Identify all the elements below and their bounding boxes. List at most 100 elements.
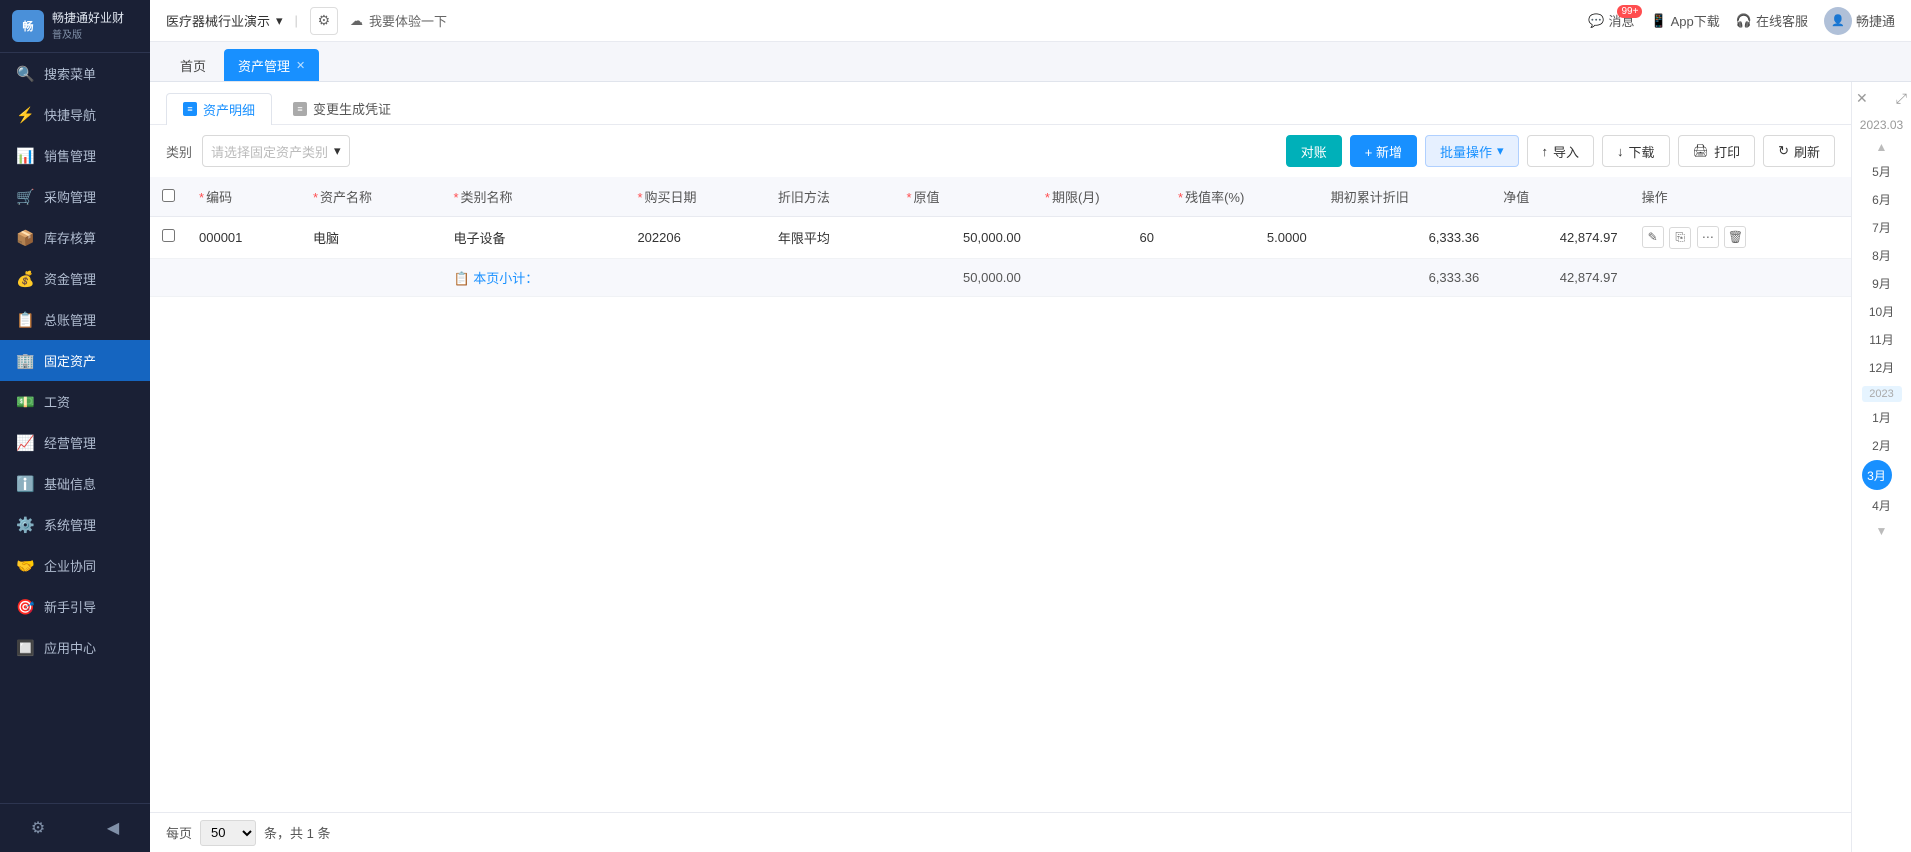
user-menu[interactable]: 👤 畅捷通 bbox=[1824, 7, 1895, 35]
app-download-button[interactable]: 📱 App下载 bbox=[1650, 11, 1719, 30]
app-logo-text: 畅捷通好业财 普及版 bbox=[52, 11, 124, 42]
sub-tab-change-voucher[interactable]: ≡ 变更生成凭证 bbox=[276, 92, 408, 124]
month-item-5[interactable]: 5月 bbox=[1862, 158, 1902, 184]
app-logo-icon: 畅 bbox=[12, 10, 44, 42]
sub-tab-asset-detail[interactable]: ≡ 资产明细 bbox=[166, 93, 272, 125]
edit-button-0[interactable]: ✎ bbox=[1642, 226, 1664, 248]
sidebar-item-quick-nav[interactable]: ⚡快捷导航 bbox=[0, 94, 150, 135]
sidebar-item-search[interactable]: 🔍搜索菜单 bbox=[0, 53, 150, 94]
confirm-button[interactable]: 对账 bbox=[1286, 135, 1342, 167]
import-button[interactable]: ↑ 导入 bbox=[1527, 135, 1595, 167]
month-item-11[interactable]: 11月 bbox=[1862, 326, 1902, 352]
month-item-curr-3[interactable]: 3月 bbox=[1862, 460, 1892, 490]
refresh-button[interactable]: ↻ 刷新 bbox=[1763, 135, 1835, 167]
sidebar-item-sales[interactable]: 📊销售管理 bbox=[0, 135, 150, 176]
header-name: *资产名称 bbox=[301, 177, 441, 217]
sidebar-item-ledger[interactable]: 📋总账管理 bbox=[0, 299, 150, 340]
filter-label: 类别 bbox=[166, 142, 192, 161]
sidebar-item-enterprise[interactable]: 🤝企业协同 bbox=[0, 545, 150, 586]
sidebar-bottom: ⚙ ◀ bbox=[0, 803, 150, 852]
more-button-0[interactable]: ⋯ bbox=[1697, 226, 1719, 248]
sidebar-item-guide[interactable]: 🎯新手引导 bbox=[0, 586, 150, 627]
app-download-label: App下载 bbox=[1671, 11, 1720, 30]
row-accumulated: 6,333.36 bbox=[1319, 217, 1492, 259]
right-panel-expand-button[interactable]: ⤢ bbox=[1896, 90, 1907, 107]
table-area: *编码 *资产名称 *类别名称 *购买日期 折旧方法 *原值 *期限(月) *残… bbox=[150, 177, 1851, 812]
category-select[interactable]: 请选择固定资产类别 ▾ bbox=[202, 135, 350, 167]
sidebar-item-basic-info[interactable]: ℹ️基础信息 bbox=[0, 463, 150, 504]
header-category: *类别名称 bbox=[441, 177, 625, 217]
add-button[interactable]: + 新增 bbox=[1350, 135, 1417, 167]
select-all-checkbox[interactable] bbox=[162, 189, 175, 202]
sidebar-logo: 畅 畅捷通好业财 普及版 bbox=[0, 0, 150, 53]
header-operations: 操作 bbox=[1630, 177, 1851, 217]
sidebar-label-operations: 经营管理 bbox=[44, 433, 96, 452]
sidebar-icon-system: ⚙️ bbox=[16, 516, 34, 534]
sidebar-label-fixed-assets: 固定资产 bbox=[44, 351, 96, 370]
month-item-9[interactable]: 9月 bbox=[1862, 270, 1902, 296]
month-item-7[interactable]: 7月 bbox=[1862, 214, 1902, 240]
batch-label: 批量操作 bbox=[1440, 142, 1492, 161]
download-button[interactable]: ↓ 下载 bbox=[1602, 135, 1670, 167]
toolbar-actions: 对账 + 新增 批量操作 ▾ ↑ 导入 ↓ 下载 bbox=[1286, 135, 1835, 167]
sidebar-item-purchase[interactable]: 🛒采购管理 bbox=[0, 176, 150, 217]
sidebar-item-capital[interactable]: 💰资金管理 bbox=[0, 258, 150, 299]
row-name: 电脑 bbox=[301, 217, 441, 259]
tab-close-icon[interactable]: ✕ bbox=[296, 59, 305, 72]
content-main: ≡ 资产明细 ≡ 变更生成凭证 类别 请选择固定资产类别 ▾ 对账 bbox=[150, 82, 1851, 852]
subtotal-net-value: 42,874.97 bbox=[1491, 258, 1629, 296]
sidebar-item-system[interactable]: ⚙️系统管理 bbox=[0, 504, 150, 545]
sidebar-icon-purchase: 🛒 bbox=[16, 188, 34, 206]
settings-icon[interactable]: ⚙ bbox=[23, 814, 53, 842]
month-item-curr-4[interactable]: 4月 bbox=[1862, 492, 1902, 518]
sidebar-item-fixed-assets[interactable]: 🏢 固定资产 bbox=[0, 340, 150, 381]
header-period: *期限(月) bbox=[1033, 177, 1166, 217]
batch-button[interactable]: 批量操作 ▾ bbox=[1425, 135, 1519, 167]
month-item-curr-1[interactable]: 1月 bbox=[1862, 404, 1902, 430]
header-net-value: 净值 bbox=[1491, 177, 1629, 217]
sidebar-item-operations[interactable]: 📈经营管理 bbox=[0, 422, 150, 463]
sidebar-icon-app-center: 🔲 bbox=[16, 639, 34, 657]
month-item-6[interactable]: 6月 bbox=[1862, 186, 1902, 212]
import-label: 导入 bbox=[1553, 142, 1579, 161]
table-row: 000001 电脑 电子设备 202206 年限平均 50,000.00 60 … bbox=[150, 217, 1851, 259]
period-down-arrow[interactable]: ▼ bbox=[1876, 524, 1888, 538]
copy-button-0[interactable]: ⎘ bbox=[1669, 227, 1691, 249]
company-selector[interactable]: 医疗器械行业演示 ▾ bbox=[166, 11, 283, 30]
company-settings-button[interactable]: ⚙ bbox=[310, 7, 338, 35]
notification-button[interactable]: 💬 消息 99+ bbox=[1588, 11, 1634, 30]
period-up-arrow[interactable]: ▲ bbox=[1876, 140, 1888, 154]
sidebar-item-inventory[interactable]: 📦库存核算 bbox=[0, 217, 150, 258]
cloud-icon: ☁ bbox=[350, 13, 363, 29]
category-placeholder: 请选择固定资产类别 bbox=[211, 142, 328, 161]
sidebar-item-app-center[interactable]: 🔲 应用中心 bbox=[0, 627, 150, 668]
print-button[interactable]: 🖨 打印 bbox=[1678, 135, 1756, 167]
tab-asset-management[interactable]: 资产管理 ✕ bbox=[224, 49, 319, 81]
tab-home[interactable]: 首页 bbox=[166, 49, 220, 81]
collapse-icon[interactable]: ◀ bbox=[99, 814, 127, 842]
download-label: 下载 bbox=[1629, 142, 1655, 161]
change-voucher-tab-icon: ≡ bbox=[293, 102, 307, 116]
assets-table: *编码 *资产名称 *类别名称 *购买日期 折旧方法 *原值 *期限(月) *残… bbox=[150, 177, 1851, 297]
month-item-8[interactable]: 8月 bbox=[1862, 242, 1902, 268]
month-item-10[interactable]: 10月 bbox=[1862, 298, 1902, 324]
row-purchase-date: 202206 bbox=[625, 217, 765, 259]
per-page-select[interactable]: 10 20 50 100 bbox=[200, 820, 256, 846]
delete-button-0[interactable]: 🗑 bbox=[1724, 226, 1746, 248]
customer-service-button[interactable]: 🎧 在线客服 bbox=[1736, 11, 1808, 30]
right-panel-close-button[interactable]: ✕ bbox=[1856, 90, 1868, 107]
sub-tab-asset-detail-label: 资产明细 bbox=[203, 100, 255, 119]
header-purchase-date: *购买日期 bbox=[625, 177, 765, 217]
experience-button[interactable]: ☁ 我要体验一下 bbox=[350, 11, 447, 30]
sidebar-item-payroll[interactable]: 💵工资 bbox=[0, 381, 150, 422]
sidebar-icon-fixed-assets: 🏢 bbox=[16, 352, 34, 370]
row-checkbox-0[interactable] bbox=[162, 229, 175, 242]
sidebar-icon-enterprise: 🤝 bbox=[16, 557, 34, 575]
months-container: 5月6月7月8月9月10月11月12月20231月2月3月4月 bbox=[1862, 154, 1902, 520]
subtotal-label: 📋 本页小计： bbox=[441, 258, 625, 296]
sidebar-label-app-center: 应用中心 bbox=[44, 638, 96, 657]
month-item-curr-2[interactable]: 2月 bbox=[1862, 432, 1902, 458]
refresh-label: 刷新 bbox=[1794, 142, 1820, 161]
month-item-12[interactable]: 12月 bbox=[1862, 354, 1902, 380]
confirm-label: 对账 bbox=[1301, 142, 1327, 161]
